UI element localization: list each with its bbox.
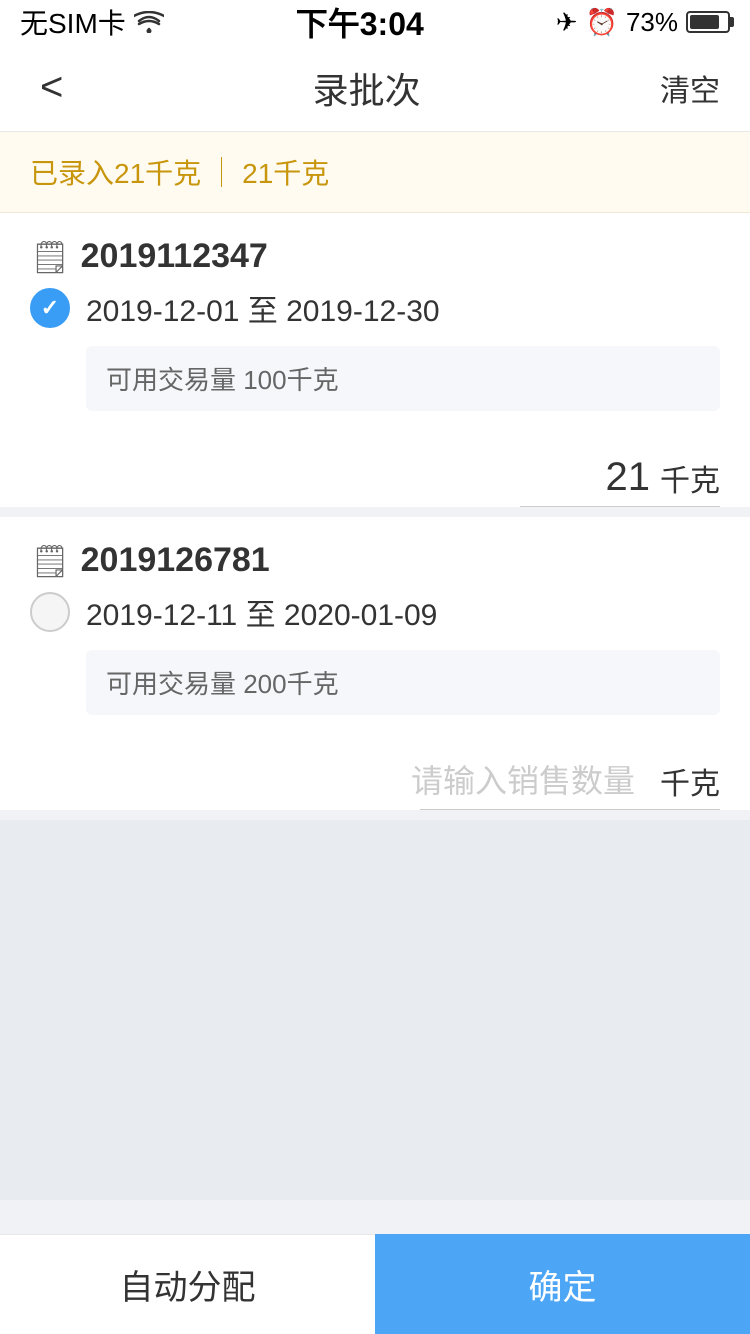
confirm-button[interactable]: 确定 xyxy=(375,1234,750,1334)
wifi-icon xyxy=(134,11,164,33)
batch-2-date-row: 2019-12-11 至 2020-01-09 xyxy=(30,590,720,634)
back-button[interactable]: < xyxy=(30,55,73,120)
batch-2-date: 2019-12-11 至 2020-01-09 xyxy=(86,590,437,634)
location-icon: ✈ xyxy=(556,7,578,38)
batch-1-header: 🗒 2019112347 xyxy=(30,237,720,276)
battery-icon xyxy=(686,11,730,33)
empty-area xyxy=(0,820,750,1200)
qty-input-2[interactable] xyxy=(350,763,650,800)
batch-1-id: 2019112347 xyxy=(81,237,268,276)
batch-2-divider xyxy=(420,809,720,810)
batch-2-available: 可用交易量 200千克 xyxy=(86,650,720,715)
info-banner: 已录入21千克 21千克 xyxy=(0,132,750,213)
batch-2-unit: 千克 xyxy=(660,759,720,803)
batch-1-radio[interactable] xyxy=(30,288,70,328)
batch-1-available: 可用交易量 100千克 xyxy=(86,346,720,411)
batch-2-input-row: 千克 xyxy=(0,739,750,803)
info-divider xyxy=(221,157,222,187)
status-indicators: ✈ ⏰ 73% xyxy=(556,7,730,38)
batch-card-1[interactable]: 🗒 2019112347 2019-12-01 至 2019-12-30 可用交… xyxy=(0,213,750,507)
batch-1-divider xyxy=(520,506,720,507)
batch-icon-1: 🗒 xyxy=(30,238,71,276)
status-carrier: 无SIM卡 xyxy=(20,2,164,42)
clear-button[interactable]: 清空 xyxy=(660,66,720,110)
status-bar: 无SIM卡 下午3:04 ✈ ⏰ 73% xyxy=(0,0,750,44)
status-time: 下午3:04 xyxy=(296,0,424,45)
recorded-amount: 已录入21千克 xyxy=(30,152,201,192)
batch-1-amount: 21 xyxy=(606,455,651,500)
batch-2-radio[interactable] xyxy=(30,592,70,632)
amount-value-badge: 21千克 xyxy=(242,152,329,192)
batch-2-header: 🗒 2019126781 xyxy=(30,541,720,580)
nav-bar: < 录批次 清空 xyxy=(0,44,750,132)
batch-icon-2: 🗒 xyxy=(30,542,71,580)
battery-percent: 73% xyxy=(626,7,678,38)
bottom-bar: 自动分配 确定 xyxy=(0,1234,750,1334)
page-title: 录批次 xyxy=(313,62,421,114)
batch-1-date-row: 2019-12-01 至 2019-12-30 xyxy=(30,286,720,330)
batch-2-id: 2019126781 xyxy=(81,541,270,580)
alarm-icon: ⏰ xyxy=(586,7,618,38)
carrier-text: 无SIM卡 xyxy=(20,2,126,42)
auto-distribute-button[interactable]: 自动分配 xyxy=(0,1234,375,1334)
batch-1-amount-row: 21 千克 xyxy=(0,435,750,500)
batch-card-2[interactable]: 🗒 2019126781 2019-12-11 至 2020-01-09 可用交… xyxy=(0,517,750,810)
batch-1-unit: 千克 xyxy=(660,456,720,500)
batch-1-date: 2019-12-01 至 2019-12-30 xyxy=(86,286,440,330)
